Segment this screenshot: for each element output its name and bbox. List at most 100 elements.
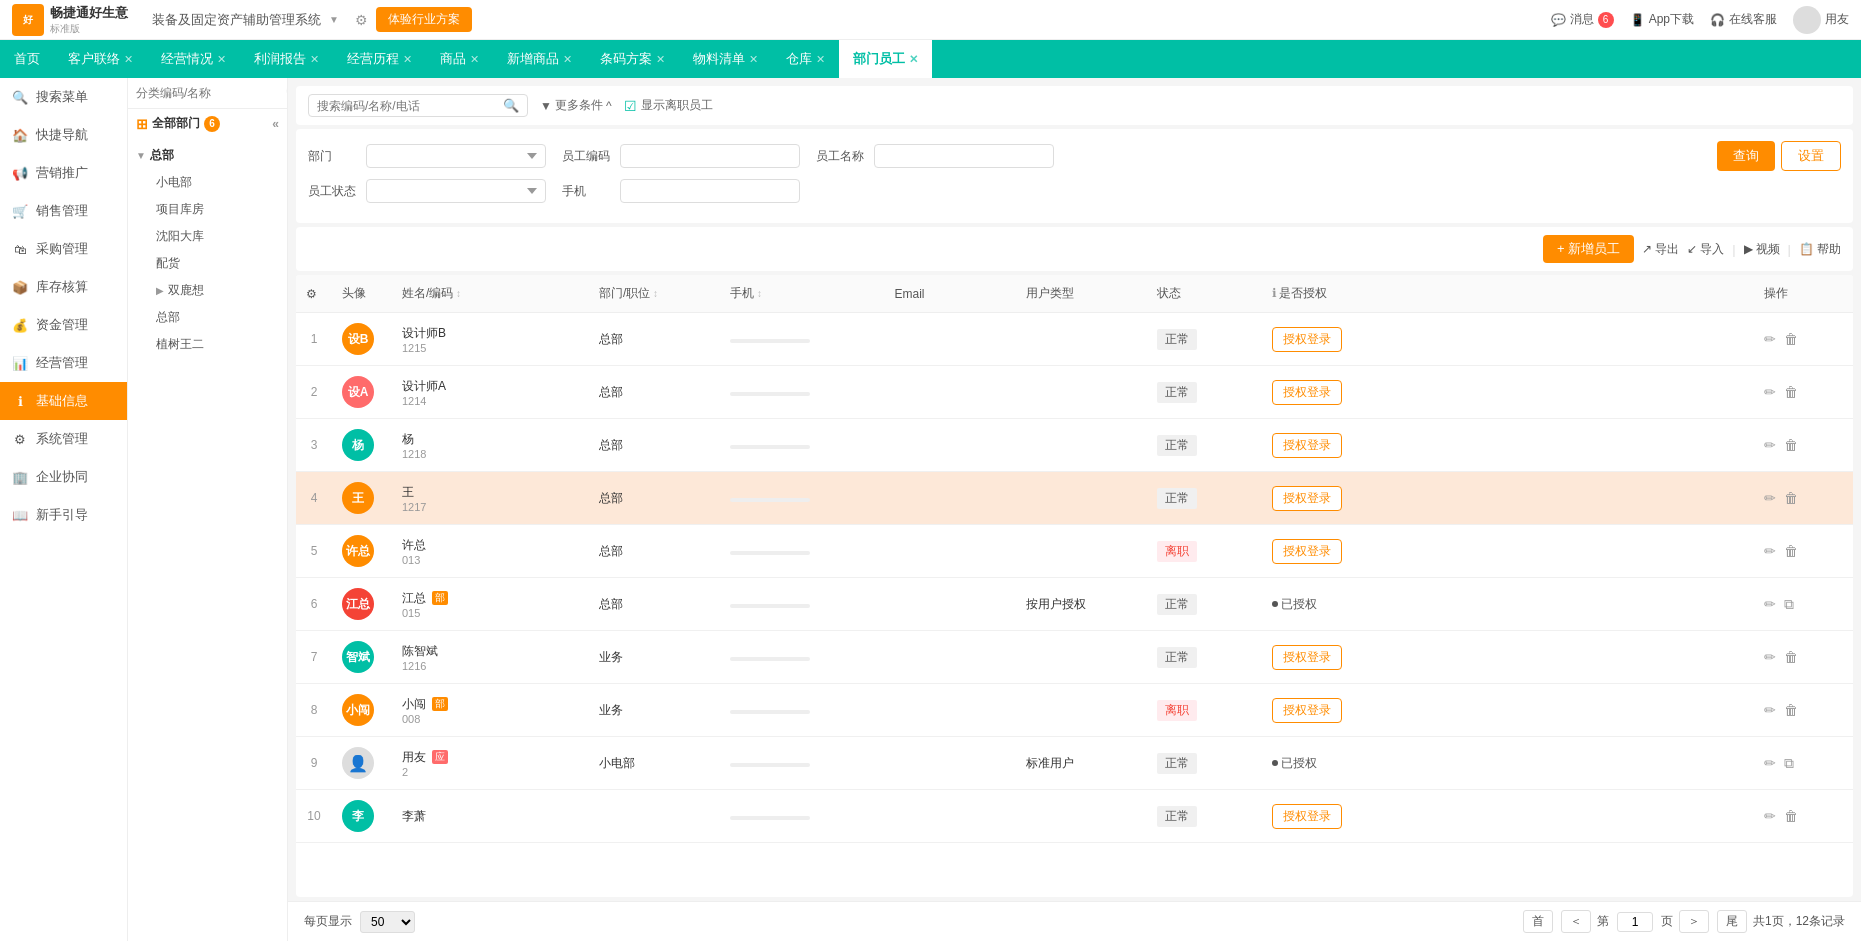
tab-barcode[interactable]: 条码方案 ✕ [586, 40, 679, 78]
next-page-btn[interactable]: ＞ [1679, 910, 1709, 933]
tab-close-add-goods[interactable]: ✕ [563, 53, 572, 66]
sidebar-item-nav[interactable]: 🏠 快捷导航 [0, 116, 127, 154]
dept-item-shenyang[interactable]: 沈阳大库 [140, 223, 287, 250]
delete-icon[interactable]: 🗑 [1784, 649, 1798, 665]
tab-department[interactable]: 部门员工 ✕ [839, 40, 932, 78]
sidebar-item-system[interactable]: ⚙ 系统管理 [0, 420, 127, 458]
tab-close-warehouse[interactable]: ✕ [816, 53, 825, 66]
code-filter-input[interactable] [620, 144, 800, 168]
delete-icon[interactable]: 🗑 [1784, 808, 1798, 824]
auth-btn[interactable]: 授权登录 [1272, 433, 1342, 458]
tab-close-customer[interactable]: ✕ [124, 53, 133, 66]
tab-warehouse[interactable]: 仓库 ✕ [772, 40, 839, 78]
auth-btn[interactable]: 授权登录 [1272, 645, 1342, 670]
dept-item-shuanglu[interactable]: ▶双鹿想 [140, 277, 287, 304]
sidebar-item-search[interactable]: 🔍 搜索菜单 [0, 78, 127, 116]
exp-btn[interactable]: 体验行业方案 [376, 7, 472, 32]
edit-icon[interactable]: ✏ [1764, 755, 1776, 771]
delete-icon[interactable]: 🗑 [1784, 702, 1798, 718]
tab-close-department[interactable]: ✕ [909, 53, 918, 66]
tab-customer[interactable]: 客户联络 ✕ [54, 40, 147, 78]
sidebar-item-finance[interactable]: 💰 资金管理 [0, 306, 127, 344]
tab-close-goods[interactable]: ✕ [470, 53, 479, 66]
tab-operation[interactable]: 经营情况 ✕ [147, 40, 240, 78]
dept-item-zhishu[interactable]: 植树王二 [140, 331, 287, 358]
tab-home[interactable]: 首页 [0, 40, 54, 78]
import-button[interactable]: ↙ 导入 [1687, 241, 1724, 258]
export-button[interactable]: ↗ 导出 [1642, 241, 1679, 258]
sidebar-item-guide[interactable]: 📖 新手引导 [0, 496, 127, 534]
copy-icon[interactable]: ⧉ [1784, 596, 1794, 613]
page-num-input[interactable] [1617, 912, 1653, 932]
dept-item-zongbu[interactable]: 总部 [140, 304, 287, 331]
auth-btn[interactable]: 授权登录 [1272, 380, 1342, 405]
dept-group-general[interactable]: ▼总部 [128, 142, 287, 169]
auth-info-icon[interactable]: ℹ [1272, 286, 1277, 300]
delete-icon[interactable]: 🗑 [1784, 331, 1798, 347]
edit-icon[interactable]: ✏ [1764, 437, 1776, 453]
user-action[interactable]: 用友 [1793, 6, 1849, 34]
prev-page-btn[interactable]: ＜ [1561, 910, 1591, 933]
tab-close-bom[interactable]: ✕ [749, 53, 758, 66]
tab-profit[interactable]: 利润报告 ✕ [240, 40, 333, 78]
settings-icon[interactable]: ⚙ [355, 12, 368, 28]
dept-item-project[interactable]: 项目库房 [140, 196, 287, 223]
help-button[interactable]: 📋 帮助 [1799, 241, 1841, 258]
dept-filter-select[interactable] [366, 144, 546, 168]
auth-btn[interactable]: 授权登录 [1272, 486, 1342, 511]
tab-history[interactable]: 经营历程 ✕ [333, 40, 426, 78]
delete-icon[interactable]: 🗑 [1784, 437, 1798, 453]
sidebar-item-basic[interactable]: ℹ 基础信息 [0, 382, 127, 420]
view-button[interactable]: ▶ 视频 [1744, 241, 1780, 258]
edit-icon[interactable]: ✏ [1764, 702, 1776, 718]
auth-btn[interactable]: 授权登录 [1272, 698, 1342, 723]
sidebar-item-business[interactable]: 📊 经营管理 [0, 344, 127, 382]
status-filter-select[interactable] [366, 179, 546, 203]
sidebar-item-inventory[interactable]: 📦 库存核算 [0, 268, 127, 306]
per-page-select[interactable]: 50 20 100 [360, 911, 415, 933]
copy-icon[interactable]: ⧉ [1784, 755, 1794, 772]
edit-icon[interactable]: ✏ [1764, 649, 1776, 665]
set-btn[interactable]: 设置 [1781, 141, 1841, 171]
name-filter-input[interactable] [874, 144, 1054, 168]
sidebar-item-purchase[interactable]: 🛍 采购管理 [0, 230, 127, 268]
sidebar-item-sales[interactable]: 🛒 销售管理 [0, 192, 127, 230]
edit-icon[interactable]: ✏ [1764, 596, 1776, 612]
th-settings[interactable]: ⚙ [296, 275, 332, 313]
query-btn[interactable]: 查询 [1717, 141, 1775, 171]
search-submit-icon[interactable]: 🔍 [503, 98, 519, 113]
edit-icon[interactable]: ✏ [1764, 331, 1776, 347]
th-name[interactable]: 姓名/编码 [392, 275, 589, 313]
edit-icon[interactable]: ✏ [1764, 490, 1776, 506]
system-dropdown-arrow[interactable]: ▼ [329, 14, 339, 25]
delete-icon[interactable]: 🗑 [1784, 490, 1798, 506]
delete-icon[interactable]: 🗑 [1784, 384, 1798, 400]
edit-icon[interactable]: ✏ [1764, 384, 1776, 400]
sidebar-item-collab[interactable]: 🏢 企业协同 [0, 458, 127, 496]
dept-search-input[interactable] [136, 86, 286, 100]
tab-goods[interactable]: 商品 ✕ [426, 40, 493, 78]
auth-btn[interactable]: 授权登录 [1272, 327, 1342, 352]
more-filters-btn[interactable]: ▼ 更多条件 ^ [540, 97, 612, 114]
last-page-btn[interactable]: 尾 [1717, 910, 1747, 933]
tab-close-profit[interactable]: ✕ [310, 53, 319, 66]
phone-filter-input[interactable] [620, 179, 800, 203]
edit-icon[interactable]: ✏ [1764, 543, 1776, 559]
tab-close-operation[interactable]: ✕ [217, 53, 226, 66]
auth-btn[interactable]: 授权登录 [1272, 539, 1342, 564]
dept-item-xiaodian[interactable]: 小电部 [140, 169, 287, 196]
online-service-action[interactable]: 🎧 在线客服 [1710, 11, 1777, 28]
search-input[interactable] [317, 99, 497, 113]
tab-add-goods[interactable]: 新增商品 ✕ [493, 40, 586, 78]
app-download-action[interactable]: 📱 App下载 [1630, 11, 1694, 28]
dept-item-peihuo[interactable]: 配货 [140, 250, 287, 277]
add-employee-button[interactable]: + 新增员工 [1543, 235, 1634, 263]
tab-bom[interactable]: 物料清单 ✕ [679, 40, 772, 78]
all-dept-label[interactable]: 全部部门 [152, 115, 200, 132]
tab-close-barcode[interactable]: ✕ [656, 53, 665, 66]
show-inactive-toggle[interactable]: ☑ 显示离职员工 [624, 97, 713, 114]
messages-action[interactable]: 💬 消息 6 [1551, 11, 1614, 28]
delete-icon[interactable]: 🗑 [1784, 543, 1798, 559]
sidebar-item-marketing[interactable]: 📢 营销推广 [0, 154, 127, 192]
auth-btn[interactable]: 授权登录 [1272, 804, 1342, 829]
